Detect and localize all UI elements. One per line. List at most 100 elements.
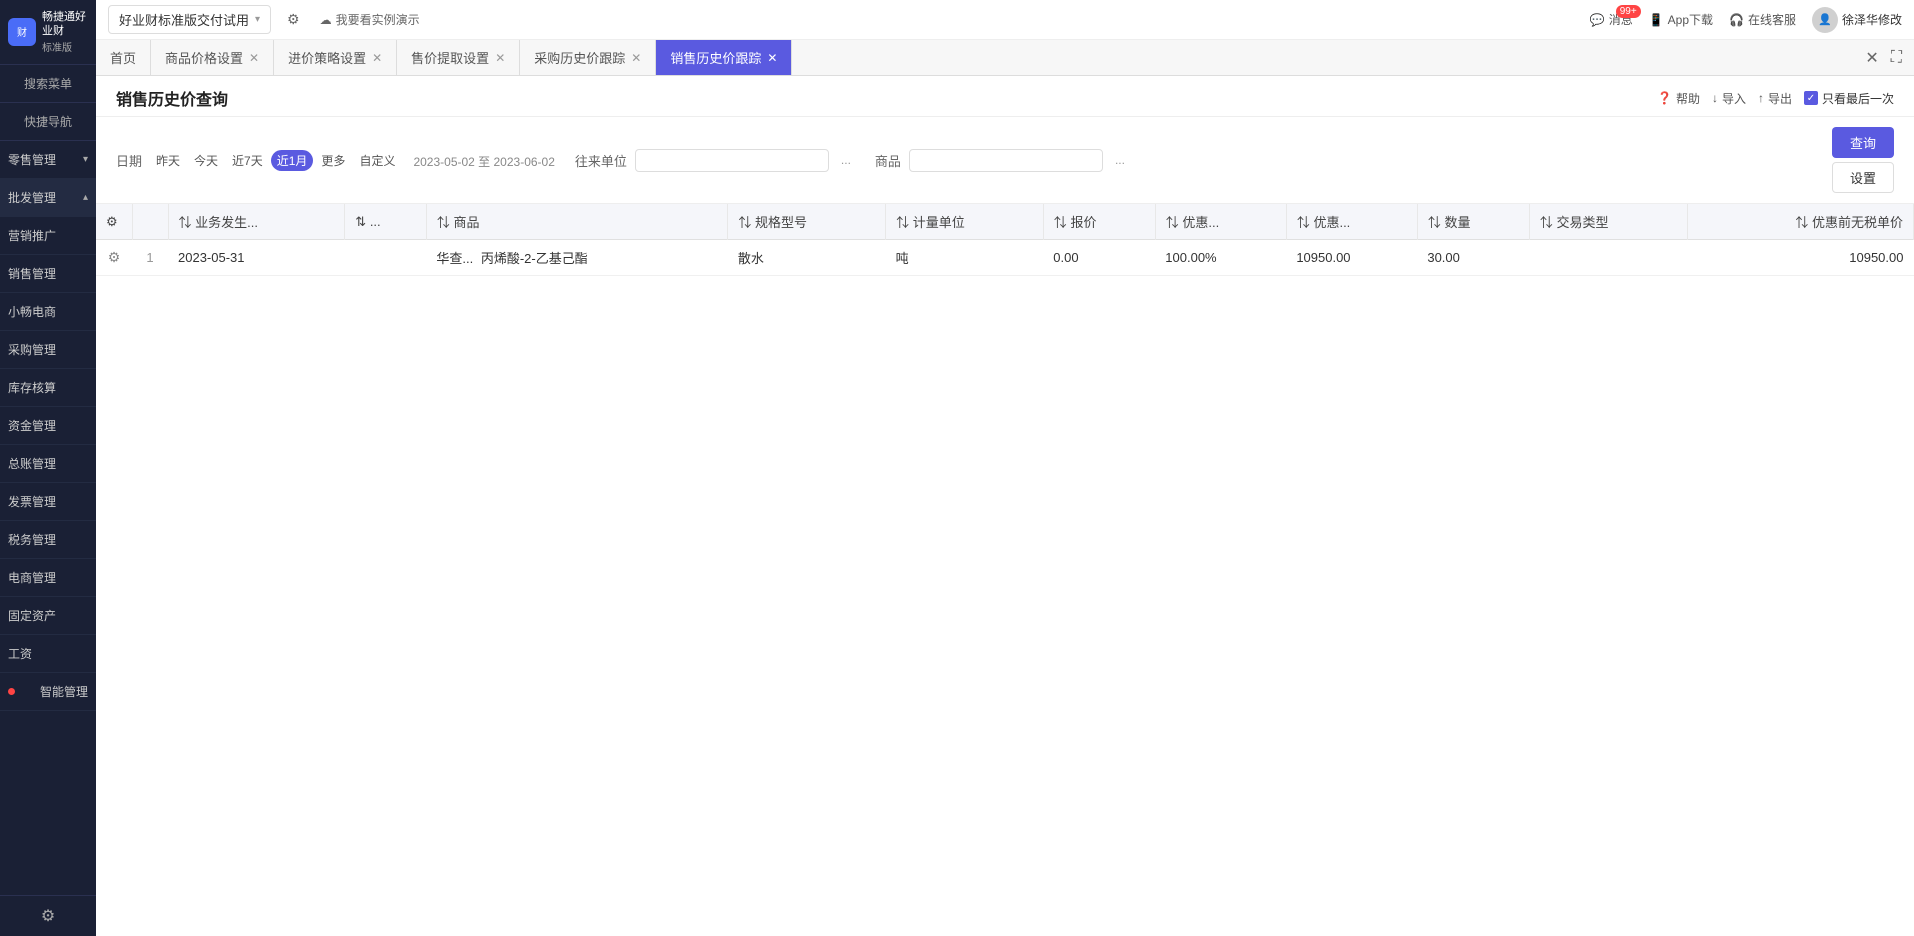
demo-link[interactable]: ☁ 我要看实例演示 (320, 11, 420, 28)
page-area: 销售历史价查询 ❓ 帮助 ↓ 导入 ↑ 导出 ✓ 只看最后一次 (96, 76, 1914, 936)
tab-home[interactable]: 首页 (96, 40, 151, 75)
sidebar-item-smart[interactable]: 智能管理 (0, 673, 96, 711)
tab-sale-history[interactable]: 销售历史价跟踪 ✕ (656, 40, 792, 75)
sidebar-logo: 财 畅捷通好业财 标准版 (0, 0, 96, 65)
sidebar-item-salary[interactable]: 工资 (0, 635, 96, 673)
export-button[interactable]: ↑ 导出 (1758, 90, 1792, 107)
topbar-gear-icon[interactable]: ⚙ (279, 7, 308, 32)
close-tab-icon[interactable]: ✕ (1861, 46, 1882, 70)
sidebar-item-finance[interactable]: 资金管理 (0, 407, 96, 445)
tab-close-product-price[interactable]: ✕ (249, 51, 259, 65)
tab-purchase-strategy[interactable]: 进价策略设置 ✕ (274, 40, 397, 75)
sidebar-item-ledger[interactable]: 总账管理 (0, 445, 96, 483)
sidebar-item-stock[interactable]: 库存核算 (0, 369, 96, 407)
sort-icon-11: ⇅ (1795, 215, 1808, 230)
sidebar-search[interactable]: 搜索菜单 (0, 65, 96, 103)
tab-purchase-history[interactable]: 采购历史价跟踪 ✕ (520, 40, 656, 75)
sidebar-item-ecom[interactable]: 电商管理 (0, 559, 96, 597)
sidebar-item-invoice[interactable]: 发票管理 (0, 483, 96, 521)
date-btn-last1m[interactable]: 近1月 (271, 150, 314, 171)
settings-button[interactable]: 设置 (1832, 162, 1894, 193)
export-label: 导出 (1768, 90, 1792, 107)
import-icon: ↓ (1712, 91, 1718, 105)
app-sub: 标准版 (42, 39, 88, 54)
row-spec: 散水 (728, 240, 886, 276)
col-unit[interactable]: ⇅ 计量单位 (886, 204, 1044, 240)
row-unit: 吨 (886, 240, 1044, 276)
product-more[interactable]: ... (1111, 151, 1129, 169)
help-button[interactable]: ❓ 帮助 (1657, 90, 1700, 107)
chevron-right-icon: ▾ (83, 154, 88, 165)
col-biz-date[interactable]: ⇅ 业务发生... (168, 204, 345, 240)
sidebar-item-retail[interactable]: 零售管理 ▾ (0, 141, 96, 179)
online-service-button[interactable]: 🎧 在线客服 (1729, 11, 1796, 28)
only-last-checkbox[interactable]: ✓ 只看最后一次 (1804, 90, 1894, 107)
message-button[interactable]: 💬 消息 99+ (1590, 11, 1633, 28)
cloud-icon: ☁ (320, 13, 332, 27)
sort-icon-10: ⇅ (1540, 215, 1553, 230)
col-quoted-price[interactable]: ⇅ 报价 (1043, 204, 1155, 240)
query-button[interactable]: 查询 (1832, 127, 1894, 158)
sidebar-item-purchase[interactable]: 采购管理 (0, 331, 96, 369)
tab-product-price[interactable]: 商品价格设置 ✕ (151, 40, 274, 75)
username-label: 徐泽华修改 (1842, 11, 1902, 28)
col-discount-price[interactable]: ⇅ 优惠... (1286, 204, 1417, 240)
tab-close-purchase-strategy[interactable]: ✕ (372, 51, 382, 65)
checkbox-icon: ✓ (1804, 91, 1818, 105)
col-more[interactable]: ⇅ ... (345, 204, 427, 240)
row-pretax-price: 10950.00 (1687, 240, 1913, 276)
tab-sale-history-label: 销售历史价跟踪 (670, 48, 761, 67)
settings-icon[interactable]: ⚙ (41, 906, 55, 926)
date-btn-today[interactable]: 今天 (188, 150, 224, 171)
col-gear[interactable]: ⚙ (96, 204, 132, 240)
tab-close-purchase-history[interactable]: ✕ (631, 51, 641, 65)
import-label: 导入 (1722, 90, 1746, 107)
date-btn-yesterday[interactable]: 昨天 (150, 150, 186, 171)
version-selector[interactable]: 好业财标准版交付试用 ▾ (108, 5, 271, 34)
filter-row: 日期 昨天 今天 近7天 近1月 更多 自定义 2023-05-02 至 202… (116, 127, 1894, 193)
from-unit-filter-group: 往来单位 ... (575, 149, 855, 172)
sidebar-item-tax[interactable]: 税务管理 (0, 521, 96, 559)
sidebar-item-fixed-assets[interactable]: 固定资产 (0, 597, 96, 635)
sidebar-item-ecommerce-small[interactable]: 小畅电商 (0, 293, 96, 331)
row-discount-pct: 100.00% (1155, 240, 1286, 276)
online-service-label: 在线客服 (1748, 11, 1796, 28)
app-download-button[interactable]: 📱 App下载 (1649, 11, 1713, 28)
table-header-row: ⚙ ⇅ 业务发生... ⇅ ... ⇅ 商品 (96, 204, 1914, 240)
from-unit-more[interactable]: ... (837, 151, 855, 169)
sort-icon: ⇅ (179, 215, 192, 230)
sidebar-item-marketing[interactable]: 营销推广 (0, 217, 96, 255)
row-gear[interactable]: ⚙ (96, 240, 132, 276)
user-profile[interactable]: 👤 徐泽华修改 (1812, 7, 1902, 33)
data-table: ⚙ ⇅ 业务发生... ⇅ ... ⇅ 商品 (96, 204, 1914, 276)
import-button[interactable]: ↓ 导入 (1712, 90, 1746, 107)
col-pretax-price[interactable]: ⇅ 优惠前无税单价 (1687, 204, 1913, 240)
product-input[interactable] (918, 153, 1094, 168)
tab-product-price-label: 商品价格设置 (165, 48, 243, 67)
col-spec[interactable]: ⇅ 规格型号 (728, 204, 886, 240)
col-product[interactable]: ⇅ 商品 (426, 204, 727, 240)
tab-close-sale-price[interactable]: ✕ (495, 51, 505, 65)
date-btn-custom[interactable]: 自定义 (353, 150, 401, 171)
tab-sale-price[interactable]: 售价提取设置 ✕ (397, 40, 520, 75)
message-icon: 💬 (1590, 13, 1605, 27)
col-quantity[interactable]: ⇅ 数量 (1417, 204, 1529, 240)
demo-label: 我要看实例演示 (336, 11, 420, 28)
date-btn-last7[interactable]: 近7天 (226, 150, 269, 171)
from-unit-input[interactable] (644, 153, 820, 168)
sidebar-item-wholesale[interactable]: 批发管理 ▴ (0, 179, 96, 217)
col-transaction-type[interactable]: ⇅ 交易类型 (1529, 204, 1687, 240)
maximize-tab-icon[interactable]: ⛶ (1887, 47, 1906, 69)
chevron-up-icon: ▴ (83, 192, 88, 203)
help-icon: ❓ (1657, 91, 1672, 105)
page-header-actions: ❓ 帮助 ↓ 导入 ↑ 导出 ✓ 只看最后一次 (1657, 90, 1894, 107)
sort-icon-7: ⇅ (1166, 215, 1179, 230)
row-product: 华查... 丙烯酸-2-乙基己酯 (426, 240, 727, 276)
app-name: 畅捷通好业财 (42, 10, 88, 39)
date-filter-label: 日期 (116, 151, 142, 170)
date-btn-more[interactable]: 更多 (315, 150, 351, 171)
sidebar-item-sales[interactable]: 销售管理 (0, 255, 96, 293)
tab-close-sale-history[interactable]: ✕ (767, 51, 777, 65)
col-discount-pct[interactable]: ⇅ 优惠... (1155, 204, 1286, 240)
sidebar-quick-nav[interactable]: 快捷导航 (0, 103, 96, 141)
